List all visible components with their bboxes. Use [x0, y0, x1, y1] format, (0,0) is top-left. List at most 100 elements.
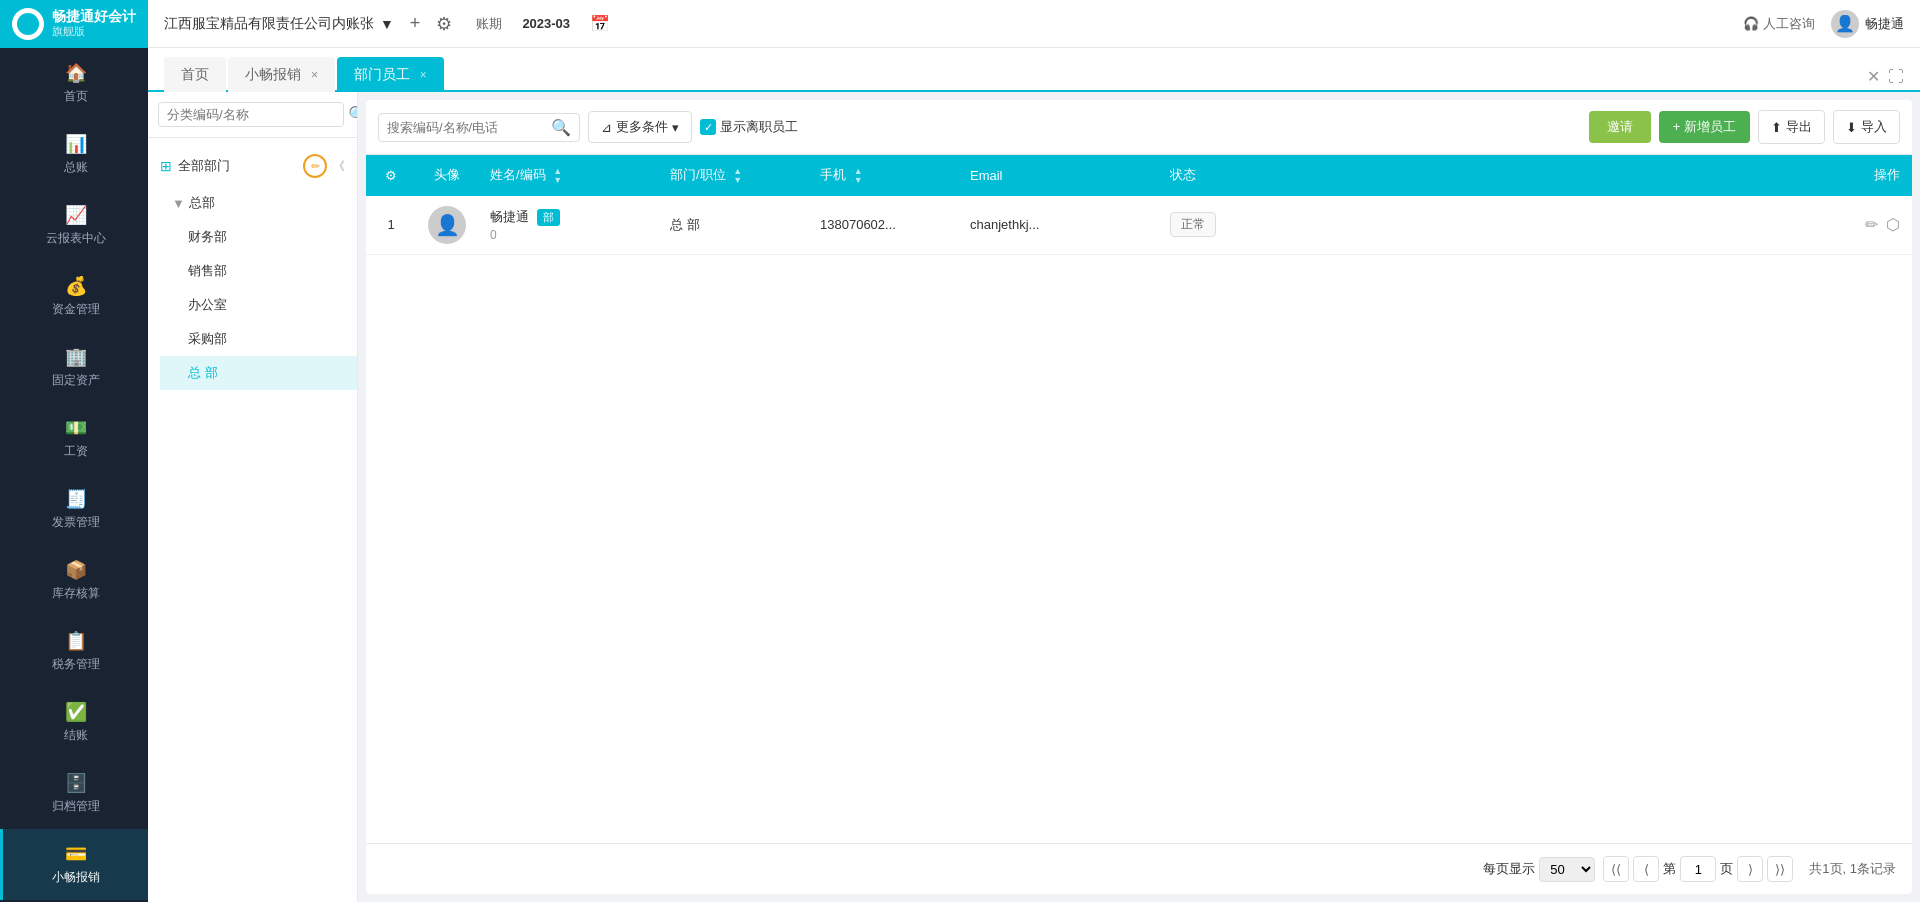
settlement-icon: ✅	[65, 701, 87, 723]
sidebar-item-home[interactable]: 🏠 首页	[0, 48, 148, 119]
calendar-icon[interactable]: 📅	[590, 14, 610, 33]
per-page-selector: 每页显示 50 100 200	[1483, 857, 1595, 882]
import-button[interactable]: ⬇ 导入	[1833, 110, 1900, 144]
capital-icon: 💰	[65, 275, 87, 297]
edit-employee-button[interactable]: ✏	[1865, 215, 1878, 234]
show-resigned-checkbox[interactable]: ✓	[700, 119, 716, 135]
tab-home[interactable]: 首页	[164, 57, 226, 92]
export-button[interactable]: ⬆ 导出	[1758, 110, 1825, 144]
sidebar-item-tax-label: 税务管理	[52, 656, 100, 673]
sidebar-item-fixed-assets[interactable]: 🏢 固定资产	[0, 332, 148, 403]
prev-page-button[interactable]: ⟨	[1633, 856, 1659, 882]
emp-search-input[interactable]	[387, 120, 547, 135]
col-header-phone[interactable]: 手机 ▲▼	[808, 155, 958, 196]
content-area: 首页 小畅报销 × 部门员工 × ✕ ⛶ 🔍	[148, 48, 1920, 902]
export-label: 导出	[1786, 118, 1812, 136]
sidebar-item-capital[interactable]: 💰 资金管理	[0, 261, 148, 332]
tab-window-actions: ✕ ⛶	[1867, 67, 1904, 90]
sidebar-item-settlement-label: 结账	[64, 727, 88, 744]
top-actions: + ⚙ 账期 2023-03 📅	[410, 13, 610, 35]
sidebar-item-payroll[interactable]: 💵 工资	[0, 403, 148, 474]
dept-item-zongbu[interactable]: ▼ 总部	[160, 186, 357, 220]
top-bar: 畅捷通好会计 旗舰版 江西服宝精品有限责任公司内账张 ▼ + ⚙ 账期 2023…	[0, 0, 1920, 48]
sidebar-item-tax[interactable]: 📋 税务管理	[0, 616, 148, 687]
dept-tree: ⊞ 全部部门 ✏ 《 ▼ 总部 财务部	[148, 138, 357, 902]
app-edition: 旗舰版	[52, 24, 136, 39]
user-area[interactable]: 👤 畅捷通	[1831, 10, 1904, 38]
row-name-cell: 畅捷通 部 0	[478, 196, 658, 255]
sidebar-item-capital-label: 资金管理	[52, 301, 100, 318]
tab-dept-emp-label: 部门员工	[354, 66, 410, 82]
import-label: 导入	[1861, 118, 1887, 136]
sidebar-item-archive[interactable]: 🗄️ 归档管理	[0, 758, 148, 829]
row-status: 正常	[1158, 196, 1278, 255]
logout-employee-button[interactable]: ⬡	[1886, 215, 1900, 234]
logo-area: 畅捷通好会计 旗舰版	[0, 0, 148, 48]
export-icon: ⬆	[1771, 120, 1782, 135]
add-tab-button[interactable]: +	[410, 13, 421, 34]
last-page-button[interactable]: ⟩⟩	[1767, 856, 1793, 882]
col-header-settings[interactable]: ⚙	[366, 155, 416, 196]
tab-dept-emp[interactable]: 部门员工 ×	[337, 57, 444, 92]
expense-icon: 💳	[65, 843, 87, 865]
dept-zongbu-parent: ▼ 总部 财务部 销售部 办公室 采购部 总 部	[148, 186, 357, 390]
sidebar-item-expense[interactable]: 💳 小畅报销	[0, 829, 148, 900]
page-label-pre: 第	[1663, 860, 1676, 878]
next-page-button[interactable]: ⟩	[1737, 856, 1763, 882]
pagination: 每页显示 50 100 200 ⟨⟨ ⟨ 第 页 ⟩	[366, 843, 1912, 894]
dept-item-xiaoshou[interactable]: 销售部	[160, 254, 357, 288]
add-employee-button[interactable]: + 新增员工	[1659, 111, 1750, 143]
employee-table: ⚙ 头像 姓名/编码 ▲▼ 部门/职位	[366, 155, 1912, 843]
service-button[interactable]: 🎧 人工咨询	[1743, 15, 1815, 33]
dept-zongbu-label: 总部	[189, 194, 215, 212]
period-value: 2023-03	[522, 16, 570, 31]
sidebar-item-general-ledger[interactable]: 📊 总账	[0, 119, 148, 190]
more-filter-label: 更多条件	[616, 118, 668, 136]
emp-search-wrap: 🔍	[378, 113, 580, 142]
tab-expense[interactable]: 小畅报销 ×	[228, 57, 335, 92]
close-window-button[interactable]: ✕	[1867, 67, 1880, 86]
company-name: 江西服宝精品有限责任公司内账张	[164, 15, 374, 33]
tab-dept-emp-close[interactable]: ×	[420, 68, 427, 82]
page-content: 🔍 ⊞ 全部部门 ✏ 《	[148, 92, 1920, 902]
more-filter-button[interactable]: ⊿ 更多条件 ▾	[588, 111, 692, 143]
row-email: chanjethkj...	[958, 196, 1158, 255]
tax-icon: 📋	[65, 630, 87, 652]
dept-all-header-left: ⊞ 全部部门	[160, 157, 230, 175]
page-label-post: 页	[1720, 860, 1733, 878]
dept-item-zongbu2[interactable]: 总 部	[160, 356, 357, 390]
col-header-dept[interactable]: 部门/职位 ▲▼	[658, 155, 808, 196]
ledger-icon: 📊	[65, 133, 87, 155]
dept-item-caigou[interactable]: 采购部	[160, 322, 357, 356]
col-header-name[interactable]: 姓名/编码 ▲▼	[478, 155, 658, 196]
dept-all-header[interactable]: ⊞ 全部部门 ✏ 《	[148, 146, 357, 186]
settings-button[interactable]: ⚙	[436, 13, 452, 35]
sidebar-item-invoice[interactable]: 🧾 发票管理	[0, 474, 148, 545]
tab-expense-close[interactable]: ×	[311, 68, 318, 82]
headset-icon: 🎧	[1743, 16, 1759, 31]
col-header-status: 状态	[1158, 155, 1278, 196]
name-sort-icon: ▲▼	[553, 167, 562, 185]
company-selector[interactable]: 江西服宝精品有限责任公司内账张 ▼	[164, 15, 394, 33]
first-page-button[interactable]: ⟨⟨	[1603, 856, 1629, 882]
per-page-label: 每页显示	[1483, 860, 1535, 878]
dept-collapse-button[interactable]: 《	[333, 158, 345, 175]
invite-button[interactable]: 邀请	[1589, 111, 1651, 143]
per-page-select[interactable]: 50 100 200	[1539, 857, 1595, 882]
sidebar-item-inventory[interactable]: 📦 库存核算	[0, 545, 148, 616]
grid-icon: ⊞	[160, 158, 172, 174]
emp-search-icon[interactable]: 🔍	[551, 118, 571, 137]
tab-home-label: 首页	[181, 66, 209, 82]
dept-edit-button[interactable]: ✏	[303, 154, 327, 178]
top-right: 🎧 人工咨询 👤 畅捷通	[1743, 10, 1904, 38]
sidebar-item-reports[interactable]: 📈 云报表中心	[0, 190, 148, 261]
row-avatar: 👤	[416, 196, 478, 255]
sidebar-item-settlement[interactable]: ✅ 结账	[0, 687, 148, 758]
dept-search-icon[interactable]: 🔍	[348, 105, 358, 124]
dept-search-input[interactable]	[158, 102, 344, 127]
dept-item-caiwu[interactable]: 财务部	[160, 220, 357, 254]
emp-code: 0	[490, 228, 646, 242]
page-input[interactable]	[1680, 856, 1716, 882]
dept-item-bangong[interactable]: 办公室	[160, 288, 357, 322]
maximize-window-button[interactable]: ⛶	[1888, 68, 1904, 86]
